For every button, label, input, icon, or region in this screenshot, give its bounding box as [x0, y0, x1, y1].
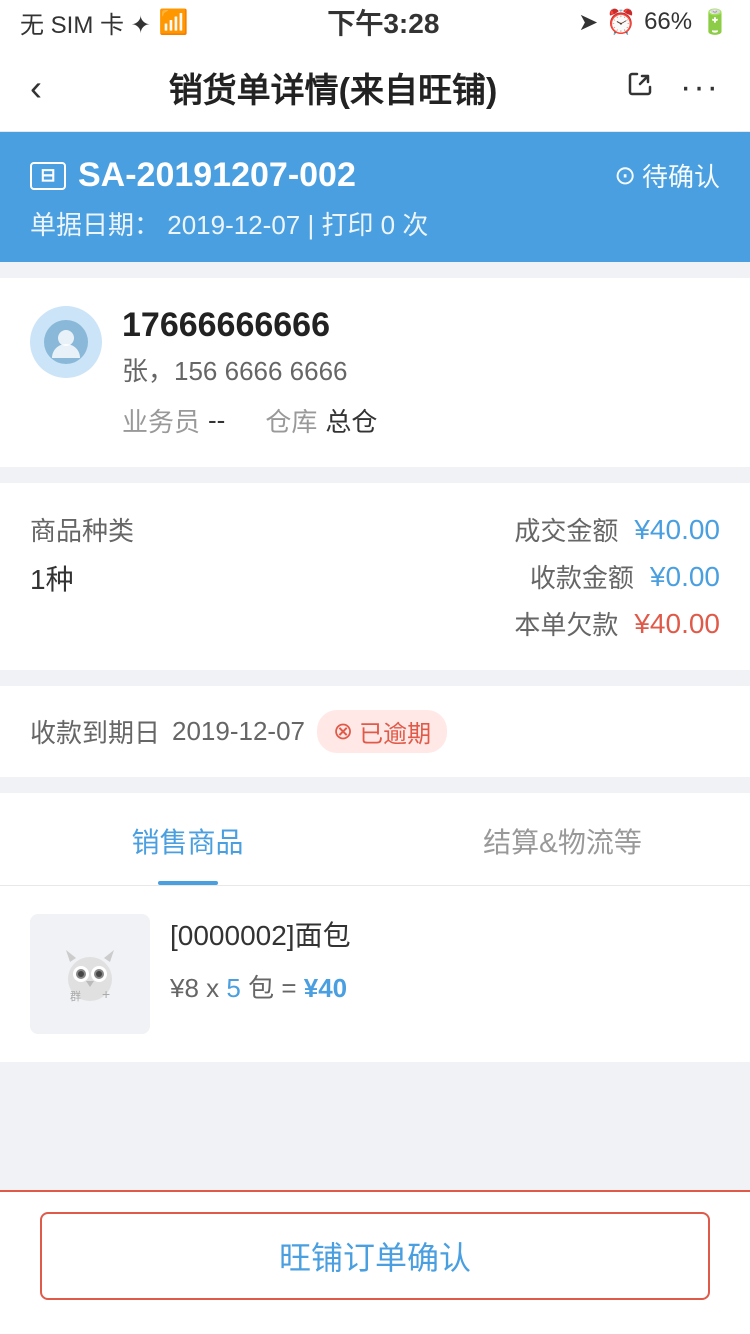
sales-item: 业务员 -- — [122, 402, 225, 439]
customer-row: 17666666666 张，156 6666 6666 业务员 -- 仓库 总仓 — [30, 306, 720, 439]
multiply-sign: x — [206, 973, 226, 1003]
sales-label: 业务员 — [122, 402, 200, 439]
customer-section: 17666666666 张，156 6666 6666 业务员 -- 仓库 总仓 — [0, 278, 750, 467]
overdue-text: 已逾期 — [359, 714, 431, 749]
status-text: 待确认 — [642, 157, 720, 194]
status-clock-icon: ⊙ — [614, 160, 636, 191]
sales-value: -- — [208, 405, 225, 436]
product-item: + 群 [0000002]面包 ¥8 x 5 包 = ¥40 — [0, 886, 750, 1062]
avatar — [30, 306, 102, 378]
tab-sales-products[interactable]: 销售商品 — [0, 793, 375, 885]
tabs-row: 销售商品 结算&物流等 — [0, 793, 750, 886]
status-right: ➤ ⏰ 66% 🔋 — [578, 8, 730, 37]
no-sim-text: 无 SIM 卡 ✦ — [20, 5, 151, 40]
alarm-icon: ⏰ — [606, 8, 636, 37]
deal-label: 成交金额 — [514, 511, 618, 548]
bottom-bar: 旺铺订单确认 — [0, 1190, 750, 1334]
kind-value: 1种 — [30, 558, 134, 598]
summary-section: 商品种类 1种 成交金额 ¥40.00 收款金额 ¥0.00 本单欠款 ¥40.… — [0, 483, 750, 670]
summary-amounts: 成交金额 ¥40.00 收款金额 ¥0.00 本单欠款 ¥40.00 — [514, 511, 720, 642]
time-display: 下午3:28 — [327, 2, 439, 42]
equals-sign: = — [281, 973, 303, 1003]
svg-text:群: 群 — [70, 989, 81, 1003]
product-thumb-inner: + 群 — [50, 944, 130, 1004]
wifi-icon: 📶 — [159, 8, 189, 37]
warehouse-label: 仓库 — [265, 402, 317, 439]
nav-actions: ··· — [624, 68, 720, 108]
deal-amount: ¥40.00 — [634, 514, 720, 546]
deal-amount-row: 成交金额 ¥40.00 — [514, 511, 720, 548]
confirm-order-button[interactable]: 旺铺订单确认 — [40, 1212, 710, 1300]
overdue-badge: ⊗ 已逾期 — [317, 710, 447, 753]
customer-info: 17666666666 张，156 6666 6666 业务员 -- 仓库 总仓 — [122, 306, 720, 439]
product-thumbnail: + 群 — [30, 914, 150, 1034]
status-left: 无 SIM 卡 ✦ 📶 — [20, 5, 189, 40]
kind-label: 商品种类 — [30, 511, 134, 548]
nav-bar: ‹ 销货单详情(来自旺铺) ··· — [0, 44, 750, 132]
receipt-label: 收款金额 — [530, 558, 634, 595]
status-bar: 无 SIM 卡 ✦ 📶 下午3:28 ➤ ⏰ 66% 🔋 — [0, 0, 750, 44]
receipt-amount-row: 收款金额 ¥0.00 — [530, 558, 720, 595]
back-button[interactable]: ‹ — [30, 67, 42, 109]
owing-label: 本单欠款 — [514, 605, 618, 642]
customer-phone: 17666666666 — [122, 306, 720, 345]
product-price-row: ¥8 x 5 包 = ¥40 — [170, 968, 720, 1005]
order-header: ⊟ SA-20191207-002 ⊙ 待确认 单据日期： 2019-12-07… — [0, 132, 750, 262]
due-date-section: 收款到期日 2019-12-07 ⊗ 已逾期 — [0, 686, 750, 777]
due-label: 收款到期日 — [30, 713, 160, 750]
receipt-amount: ¥0.00 — [650, 561, 720, 593]
warehouse-value: 总仓 — [325, 402, 377, 439]
battery-text: 66% — [644, 8, 692, 36]
tab-settlement[interactable]: 结算&物流等 — [375, 793, 750, 885]
product-qty: 5 — [226, 973, 240, 1003]
product-total: ¥40 — [304, 973, 347, 1003]
warehouse-item: 仓库 总仓 — [265, 402, 377, 439]
location-icon: ➤ — [578, 8, 598, 37]
order-date: 单据日期： 2019-12-07 | 打印 0 次 — [30, 205, 720, 242]
order-id-row: ⊟ SA-20191207-002 ⊙ 待确认 — [30, 156, 720, 195]
product-name: [0000002]面包 — [170, 914, 720, 954]
summary-kind: 商品种类 1种 — [30, 511, 134, 598]
tabs-section: 销售商品 结算&物流等 — [0, 793, 750, 1062]
overdue-icon: ⊗ — [333, 717, 353, 746]
unit-price: ¥8 — [170, 973, 199, 1003]
share-icon[interactable] — [624, 68, 656, 108]
avatar-icon — [44, 320, 88, 364]
order-status: ⊙ 待确认 — [614, 157, 720, 194]
order-id-text: SA-20191207-002 — [78, 156, 356, 195]
order-id-icon: ⊟ — [30, 162, 66, 190]
battery-icon: 🔋 — [700, 8, 730, 37]
owing-amount: ¥40.00 — [634, 608, 720, 640]
due-date-value: 2019-12-07 — [172, 716, 305, 747]
customer-meta: 业务员 -- 仓库 总仓 — [122, 402, 720, 439]
product-info: [0000002]面包 ¥8 x 5 包 = ¥40 — [170, 914, 720, 1005]
page-title: 销货单详情(来自旺铺) — [169, 63, 498, 112]
owing-amount-row: 本单欠款 ¥40.00 — [514, 605, 720, 642]
svg-text:+: + — [102, 986, 110, 1002]
product-unit: 包 — [248, 973, 274, 1003]
more-icon[interactable]: ··· — [680, 68, 720, 107]
customer-name: 张，156 6666 6666 — [122, 351, 720, 388]
order-id: ⊟ SA-20191207-002 — [30, 156, 356, 195]
